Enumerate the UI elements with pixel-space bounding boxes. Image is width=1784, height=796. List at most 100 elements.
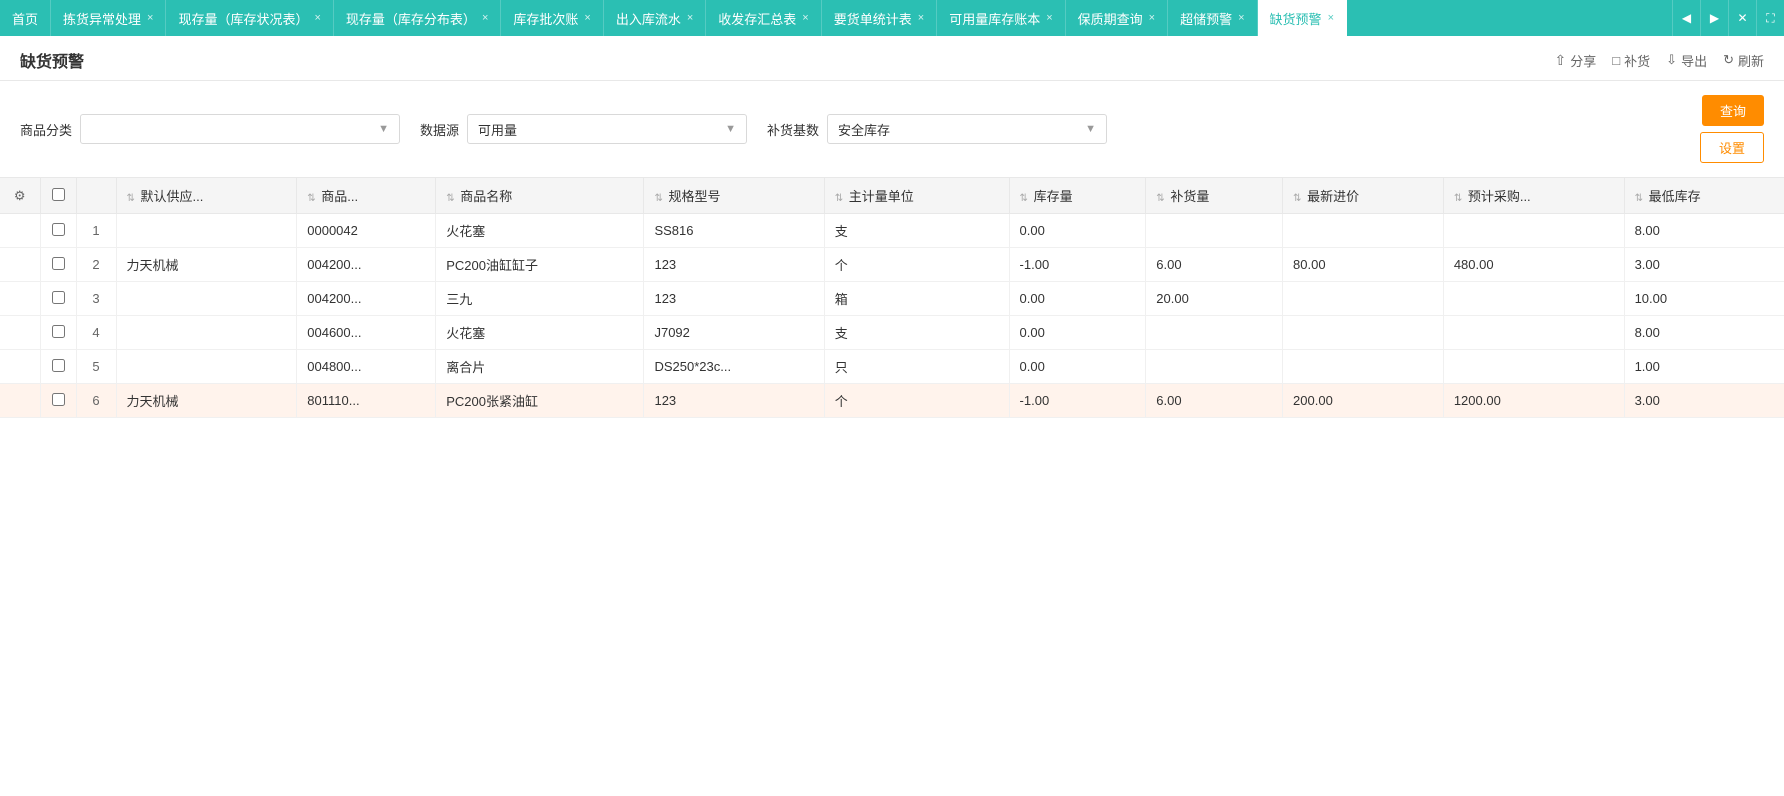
tab-requisition-stats[interactable]: 要货单统计表 × bbox=[822, 0, 937, 36]
row-checkbox[interactable] bbox=[52, 359, 65, 372]
tab-close-icon[interactable]: × bbox=[1149, 12, 1155, 24]
table-row: 3 004200... 三九 123 箱 0.00 20.00 10.00 bbox=[0, 282, 1784, 316]
th-index bbox=[76, 178, 116, 214]
row-min-stock: 3.00 bbox=[1624, 384, 1784, 418]
th-checkbox[interactable] bbox=[40, 178, 76, 214]
row-checkbox-cell[interactable] bbox=[40, 214, 76, 248]
header-actions: ⇧ 分享 □ 补货 ⇩ 导出 ↻ 刷新 bbox=[1555, 51, 1764, 70]
th-product-code[interactable]: ⇅ 商品... bbox=[297, 178, 436, 214]
tab-current-stock-dist[interactable]: 现存量（库存分布表） × bbox=[334, 0, 501, 36]
replenish-button[interactable]: □ 补货 bbox=[1612, 51, 1650, 70]
table-row: 1 0000042 火花塞 SS816 支 0.00 8.00 bbox=[0, 214, 1784, 248]
page-title: 缺货预警 bbox=[20, 48, 1555, 72]
row-checkbox[interactable] bbox=[52, 393, 65, 406]
th-stock[interactable]: ⇅ 库存量 bbox=[1009, 178, 1146, 214]
row-index: 1 bbox=[76, 214, 116, 248]
datasource-dropdown-icon: ▼ bbox=[725, 123, 736, 135]
table-body: 1 0000042 火花塞 SS816 支 0.00 8.00 2 力天机械 0… bbox=[0, 214, 1784, 418]
tab-inout-flow[interactable]: 出入库流水 × bbox=[604, 0, 706, 36]
row-min-stock: 8.00 bbox=[1624, 214, 1784, 248]
tab-close-icon[interactable]: × bbox=[314, 12, 320, 24]
tab-picking-exception[interactable]: 拣货异常处理 × bbox=[51, 0, 166, 36]
datasource-select[interactable]: 可用量 ▼ bbox=[467, 114, 747, 144]
th-unit[interactable]: ⇅ 主计量单位 bbox=[824, 178, 1009, 214]
row-settings-cell bbox=[0, 316, 40, 350]
th-settings[interactable]: ⚙ bbox=[0, 178, 40, 214]
main-table: ⚙ ⇅ 默认供应... ⇅ 商品... ⇅ bbox=[0, 177, 1784, 418]
sort-icon: ⇅ bbox=[1020, 193, 1028, 204]
tab-next-button[interactable]: ▶ bbox=[1700, 0, 1728, 36]
replenish-base-select[interactable]: 安全库存 ▼ bbox=[827, 114, 1107, 144]
row-latest-price: 200.00 bbox=[1283, 384, 1444, 418]
tab-home[interactable]: 首页 bbox=[0, 0, 51, 36]
th-product-name[interactable]: ⇅ 商品名称 bbox=[436, 178, 644, 214]
settings-button[interactable]: 设置 bbox=[1700, 132, 1764, 163]
sort-icon: ⇅ bbox=[1293, 193, 1301, 204]
row-checkbox-cell[interactable] bbox=[40, 316, 76, 350]
sort-icon: ⇅ bbox=[1635, 193, 1643, 204]
row-estimated-purchase: 1200.00 bbox=[1443, 384, 1624, 418]
row-unit: 支 bbox=[824, 214, 1009, 248]
row-product-code: 004800... bbox=[297, 350, 436, 384]
row-product-name: PC200张紧油缸 bbox=[436, 384, 644, 418]
th-latest-price[interactable]: ⇅ 最新进价 bbox=[1283, 178, 1444, 214]
query-button[interactable]: 查询 bbox=[1702, 95, 1764, 126]
row-replenish bbox=[1146, 350, 1283, 384]
row-supplier bbox=[116, 282, 297, 316]
row-spec: J7092 bbox=[644, 316, 824, 350]
tab-expiry-query[interactable]: 保质期查询 × bbox=[1066, 0, 1168, 36]
share-button[interactable]: ⇧ 分享 bbox=[1555, 51, 1597, 70]
row-checkbox[interactable] bbox=[52, 325, 65, 338]
tab-available-ledger[interactable]: 可用量库存账本 × bbox=[937, 0, 1065, 36]
tab-close-icon[interactable]: × bbox=[1046, 12, 1052, 24]
tab-close-icon[interactable]: × bbox=[687, 12, 693, 24]
tab-close-icon[interactable]: × bbox=[147, 12, 153, 24]
row-checkbox-cell[interactable] bbox=[40, 350, 76, 384]
row-checkbox-cell[interactable] bbox=[40, 384, 76, 418]
row-checkbox[interactable] bbox=[52, 223, 65, 236]
row-checkbox[interactable] bbox=[52, 291, 65, 304]
tab-close-icon[interactable]: × bbox=[1238, 12, 1244, 24]
tab-shortage-warning[interactable]: 缺货预警 × bbox=[1258, 0, 1347, 36]
filter-area: 商品分类 ▼ 数据源 可用量 ▼ 补货基数 安全库存 ▼ 查询 设置 bbox=[0, 81, 1784, 177]
row-product-name: PC200油缸缸子 bbox=[436, 248, 644, 282]
refresh-button[interactable]: ↻ 刷新 bbox=[1723, 51, 1764, 70]
tab-close-icon[interactable]: × bbox=[802, 12, 808, 24]
row-estimated-purchase bbox=[1443, 214, 1624, 248]
tab-expand-button[interactable]: ⛶ bbox=[1756, 0, 1784, 36]
th-estimated-purchase[interactable]: ⇅ 预计采购... bbox=[1443, 178, 1624, 214]
sort-icon: ⇅ bbox=[835, 193, 843, 204]
row-estimated-purchase bbox=[1443, 350, 1624, 384]
tab-overstock-warning[interactable]: 超储预警 × bbox=[1168, 0, 1257, 36]
row-product-code: 004200... bbox=[297, 282, 436, 316]
tab-prev-button[interactable]: ◀ bbox=[1672, 0, 1700, 36]
category-label: 商品分类 bbox=[20, 120, 72, 139]
export-button[interactable]: ⇩ 导出 bbox=[1666, 51, 1707, 70]
table-container: ⚙ ⇅ 默认供应... ⇅ 商品... ⇅ bbox=[0, 177, 1784, 418]
row-stock: -1.00 bbox=[1009, 248, 1146, 282]
tab-current-stock-status[interactable]: 现存量（库存状况表） × bbox=[166, 0, 333, 36]
th-min-stock[interactable]: ⇅ 最低库存 bbox=[1624, 178, 1784, 214]
row-stock: 0.00 bbox=[1009, 282, 1146, 316]
row-settings-cell bbox=[0, 214, 40, 248]
row-checkbox-cell[interactable] bbox=[40, 248, 76, 282]
th-spec[interactable]: ⇅ 规格型号 bbox=[644, 178, 824, 214]
select-all-checkbox[interactable] bbox=[52, 188, 65, 201]
tab-close-all-button[interactable]: ✕ bbox=[1728, 0, 1756, 36]
row-unit: 个 bbox=[824, 248, 1009, 282]
category-select[interactable]: ▼ bbox=[80, 114, 400, 144]
row-stock: 0.00 bbox=[1009, 350, 1146, 384]
tab-batch-account[interactable]: 库存批次账 × bbox=[501, 0, 603, 36]
row-checkbox-cell[interactable] bbox=[40, 282, 76, 316]
th-replenish[interactable]: ⇅ 补货量 bbox=[1146, 178, 1283, 214]
tab-close-icon[interactable]: × bbox=[584, 12, 590, 24]
tab-close-icon[interactable]: × bbox=[918, 12, 924, 24]
tab-collect-summary[interactable]: 收发存汇总表 × bbox=[706, 0, 821, 36]
tab-close-icon[interactable]: × bbox=[1328, 12, 1334, 24]
th-supplier[interactable]: ⇅ 默认供应... bbox=[116, 178, 297, 214]
tab-close-icon[interactable]: × bbox=[482, 12, 488, 24]
row-product-code: 004200... bbox=[297, 248, 436, 282]
row-replenish bbox=[1146, 316, 1283, 350]
row-checkbox[interactable] bbox=[52, 257, 65, 270]
row-index: 5 bbox=[76, 350, 116, 384]
